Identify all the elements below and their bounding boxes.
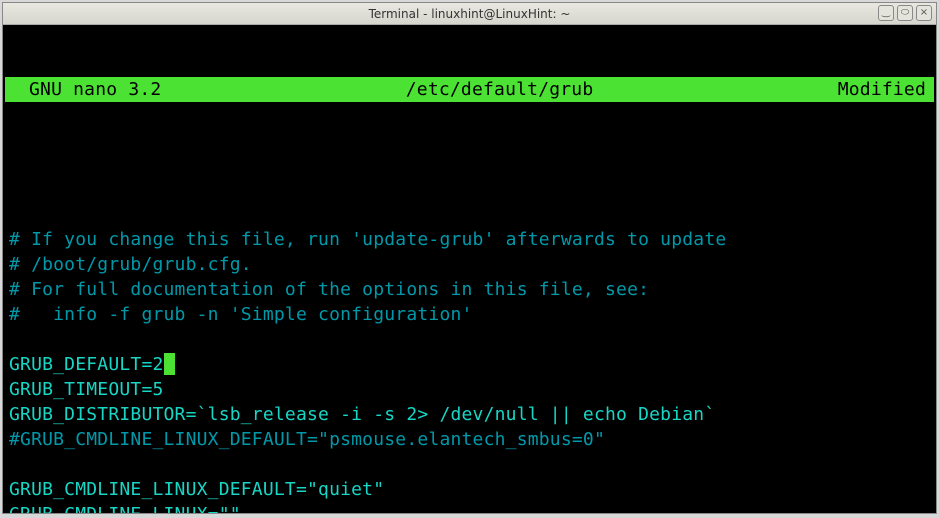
editor-line[interactable]: GRUB_TIMEOUT=5 [5,377,934,402]
editor-line[interactable]: GRUB_DISTRIBUTOR=`lsb_release -i -s 2> /… [5,402,934,427]
window-title: Terminal - linuxhint@LinuxHint: ~ [3,7,936,21]
editor-line[interactable]: GRUB_CMDLINE_LINUX_DEFAULT="quiet" [5,477,934,502]
maximize-button[interactable]: ⬭ [897,5,913,21]
close-button[interactable]: × [916,5,932,21]
nano-header: GNU nano 3.2 /etc/default/grub Modified [5,77,934,102]
cursor [164,353,175,375]
titlebar: Terminal - linuxhint@LinuxHint: ~ ‿ ⬭ × [3,3,936,25]
nano-filepath: /etc/default/grub [161,77,837,102]
editor-line[interactable]: # info -f grub -n 'Simple configuration' [5,302,934,327]
editor-body[interactable]: # If you change this file, run 'update-g… [5,227,934,513]
editor-line[interactable]: # If you change this file, run 'update-g… [5,227,934,252]
terminal-content[interactable]: GNU nano 3.2 /etc/default/grub Modified … [3,25,936,513]
editor-blank-line [5,152,934,177]
terminal-window: Terminal - linuxhint@LinuxHint: ~ ‿ ⬭ × … [2,2,937,514]
editor-line[interactable]: # For full documentation of the options … [5,277,934,302]
minimize-button[interactable]: ‿ [878,5,894,21]
nano-modified-status: Modified [838,77,930,102]
editor-line[interactable]: # /boot/grub/grub.cfg. [5,252,934,277]
nano-version: GNU nano 3.2 [9,77,161,102]
editor-line[interactable]: #GRUB_CMDLINE_LINUX_DEFAULT="psmouse.ela… [5,427,934,452]
editor-line[interactable]: GRUB_CMDLINE_LINUX="" [5,502,934,513]
editor-line[interactable]: GRUB_DEFAULT=2 [5,352,934,377]
editor-line[interactable] [5,452,934,477]
window-controls: ‿ ⬭ × [878,5,932,21]
editor-line[interactable] [5,327,934,352]
